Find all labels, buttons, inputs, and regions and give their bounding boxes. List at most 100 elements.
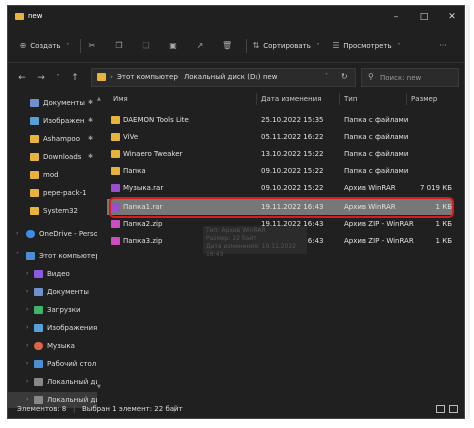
folder-icon xyxy=(97,73,106,81)
tooltip-line: Дата изменения: 19.11.2022 16:43 xyxy=(206,243,297,258)
chevron-right-icon[interactable]: › xyxy=(26,284,28,300)
sidebar-item-pictures-pinned[interactable]: Изображен ✱ xyxy=(8,113,97,129)
folder-icon xyxy=(30,135,39,143)
search-box[interactable]: ⚲ Поиск: new xyxy=(361,68,459,87)
sidebar-item-label: Документы xyxy=(43,99,85,107)
column-header-type[interactable]: Тип xyxy=(344,92,357,106)
sort-button[interactable]: ⇅ Сортировать ˅ xyxy=(251,38,323,54)
sidebar-item-label: Изображен xyxy=(43,117,85,125)
plus-icon: ⊕ xyxy=(19,41,27,50)
status-bar: Элементов: 8 | Выбран 1 элемент: 22 байт… xyxy=(8,401,464,418)
sidebar-item-onedrive[interactable]: › OneDrive - Perso xyxy=(8,226,97,242)
file-date: 13.10.2022 15:22 xyxy=(261,150,324,158)
item-count: Элементов: 8 xyxy=(17,405,67,413)
sidebar-item-local-disk-c[interactable]: › Локальный ди xyxy=(8,374,97,390)
address-dropdown-icon[interactable]: ˅ xyxy=(325,73,328,80)
navigation-pane: Документы ✱ Изображен ✱ Ashampoo ✱ Downl… xyxy=(8,93,97,408)
column-header-size[interactable]: Размер xyxy=(411,92,437,106)
sidebar-item-documents-pinned[interactable]: Документы ✱ xyxy=(8,95,97,111)
file-name: ViVe xyxy=(123,133,139,141)
sidebar-item-videos[interactable]: › Видео xyxy=(8,266,97,282)
sidebar-item-ashampoo[interactable]: Ashampoo ✱ xyxy=(8,131,97,147)
breadcrumb-chevron-icon: › xyxy=(255,73,258,81)
file-row[interactable]: Музыка.rar 09.10.2022 15:22 Архив WinRAR… xyxy=(107,180,452,196)
sidebar-item-label: Downloads xyxy=(43,153,82,161)
sidebar-item-pepe-pack[interactable]: pepe-pack-1 xyxy=(8,185,97,201)
sidebar-item-documents[interactable]: › Документы xyxy=(8,284,97,300)
back-button[interactable]: ← xyxy=(16,71,28,85)
copy-button[interactable]: ❐ xyxy=(114,38,124,54)
desktop-icon xyxy=(34,360,43,368)
rename-button[interactable]: ▣ xyxy=(168,38,178,54)
file-row[interactable]: Winaero Tweaker 13.10.2022 15:22 Папка с… xyxy=(107,146,452,162)
paste-button[interactable]: ❏ xyxy=(141,38,151,54)
sidebar-item-mod[interactable]: mod xyxy=(8,167,97,183)
file-size: 1 КБ xyxy=(435,237,452,245)
sidebar-item-desktop[interactable]: › Рабочий стол xyxy=(8,356,97,372)
breadcrumb-new[interactable]: new xyxy=(263,73,277,81)
sidebar-item-label: System32 xyxy=(43,207,79,215)
column-divider[interactable] xyxy=(406,93,407,105)
details-view-icon[interactable] xyxy=(436,405,445,413)
tooltip-line: Размер: 22 байт xyxy=(206,235,257,242)
breadcrumb-local-disk[interactable]: Локальный диск (D:) xyxy=(184,73,260,81)
tiles-view-icon[interactable] xyxy=(449,405,458,413)
chevron-right-icon[interactable]: › xyxy=(26,302,28,318)
chevron-right-icon[interactable]: › xyxy=(26,374,28,390)
more-button[interactable]: ··· xyxy=(438,38,448,54)
column-divider[interactable] xyxy=(339,93,340,105)
chevron-down-icon: ˅ xyxy=(66,43,70,50)
sidebar-item-downloads[interactable]: Downloads ✱ xyxy=(8,149,97,165)
file-row[interactable]: DAEMON Tools Lite 25.10.2022 15:35 Папка… xyxy=(107,112,452,128)
forward-button[interactable]: → xyxy=(35,71,47,85)
file-info-tooltip: Тип: Архив WinRAR Размер: 22 байт Дата и… xyxy=(203,226,307,258)
sidebar-item-music[interactable]: › Музыка xyxy=(8,338,97,354)
share-button[interactable]: ↗ xyxy=(195,38,205,54)
file-row[interactable]: ViVe 05.11.2022 16:22 Папка с файлами xyxy=(107,129,452,145)
refresh-icon[interactable]: ↻ xyxy=(341,72,348,81)
file-row[interactable]: Папка 09.10.2022 15:22 Папка с файлами xyxy=(107,163,452,179)
chevron-right-icon[interactable]: › xyxy=(26,266,28,282)
sidebar-item-label: Загрузки xyxy=(47,306,81,314)
address-bar[interactable]: › Этот компьютер › Локальный диск (D:) ›… xyxy=(91,68,356,87)
more-icon: ··· xyxy=(439,41,447,50)
chevron-right-icon[interactable]: › xyxy=(26,338,28,354)
sidebar-item-label: mod xyxy=(43,171,59,179)
pin-icon: ✱ xyxy=(88,153,94,160)
scissors-icon: ✂ xyxy=(88,41,96,50)
toolbar-divider xyxy=(80,39,81,53)
sidebar-item-label: Документы xyxy=(47,288,89,296)
zip-archive-icon xyxy=(111,237,120,245)
column-header-name[interactable]: Имя xyxy=(113,92,128,106)
view-button[interactable]: ☰ Просмотреть ˅ xyxy=(331,38,404,54)
maximize-button[interactable]: □ xyxy=(410,6,438,28)
folder-icon xyxy=(111,133,120,141)
chevron-down-icon: ˅ xyxy=(316,43,320,50)
sidebar-item-downloads-pc[interactable]: › Загрузки xyxy=(8,302,97,318)
pin-icon: ✱ xyxy=(88,135,94,142)
sidebar-item-system32[interactable]: System32 xyxy=(8,203,97,219)
column-header-date[interactable]: Дата изменения xyxy=(261,92,321,106)
delete-button[interactable]: 🗑 xyxy=(222,38,232,54)
chevron-right-icon[interactable]: › xyxy=(26,320,28,336)
download-icon xyxy=(34,306,43,314)
file-date: 09.10.2022 15:22 xyxy=(261,184,324,192)
chevron-right-icon[interactable]: › xyxy=(16,226,18,242)
chevron-right-icon[interactable]: › xyxy=(26,356,28,372)
column-divider[interactable] xyxy=(256,93,257,105)
chevron-down-icon[interactable]: ˅ xyxy=(16,248,19,264)
page-scrollbar[interactable] xyxy=(466,5,470,419)
cut-button[interactable]: ✂ xyxy=(87,38,97,54)
sidebar-item-this-pc[interactable]: ˅ Этот компьютер xyxy=(8,248,97,264)
create-button[interactable]: ⊕ Создать ˅ xyxy=(18,38,73,54)
close-button[interactable]: ✕ xyxy=(438,6,464,28)
file-name: Папка3.zip xyxy=(123,237,163,245)
sidebar-item-label: Рабочий стол xyxy=(47,360,97,368)
breadcrumb-this-pc[interactable]: Этот компьютер xyxy=(117,73,178,81)
up-button[interactable]: ↑ xyxy=(69,71,81,85)
recent-dropdown-button[interactable]: ˅ xyxy=(52,71,64,85)
file-type: Папка с файлами xyxy=(344,133,409,141)
sidebar-item-pictures[interactable]: › Изображения xyxy=(8,320,97,336)
pictures-icon xyxy=(34,324,43,332)
minimize-button[interactable]: – xyxy=(382,6,410,28)
